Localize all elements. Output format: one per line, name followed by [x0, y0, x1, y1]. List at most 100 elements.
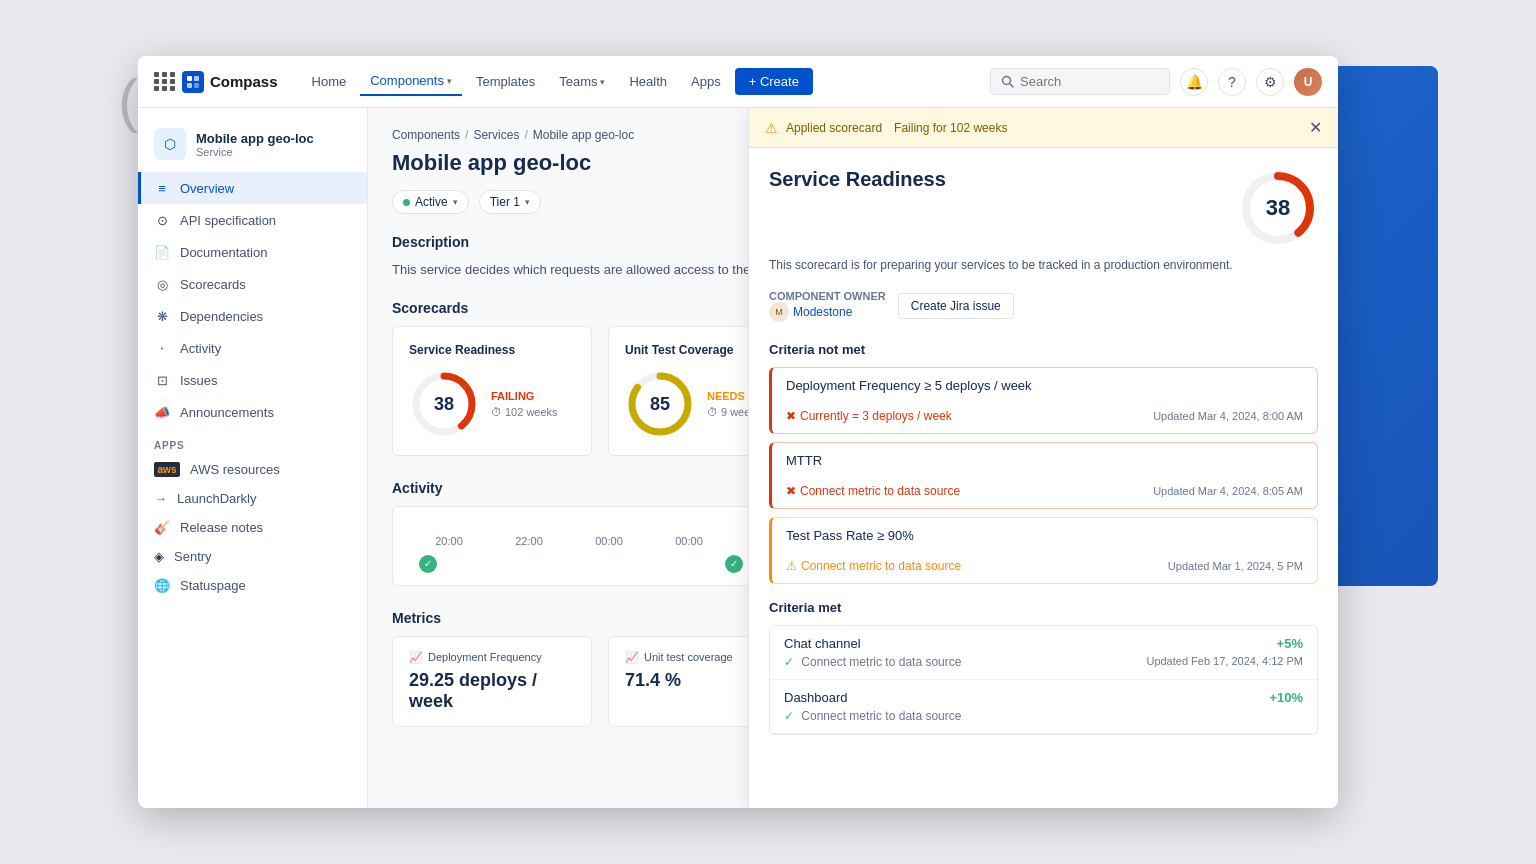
panel-header-row: Service Readiness 38: [769, 168, 1318, 248]
sidebar-item-documentation[interactable]: 📄 Documentation: [138, 236, 367, 268]
nav-templates[interactable]: Templates: [466, 68, 545, 95]
overview-icon: ≡: [154, 180, 170, 196]
criteria-met-title-1: Dashboard: [784, 690, 848, 705]
panel-score-circle: 38: [1238, 168, 1318, 248]
tick-1: 22:00: [489, 535, 569, 547]
panel-banner-detail: Failing for 102 weeks: [894, 121, 1007, 135]
sidebar-item-activity[interactable]: ⬝ Activity: [138, 332, 367, 364]
help-icon[interactable]: ?: [1218, 68, 1246, 96]
criteria-met-section: Criteria met Chat channel +5%: [769, 600, 1318, 735]
score-circle-1: 85: [625, 369, 695, 439]
settings-icon[interactable]: ⚙: [1256, 68, 1284, 96]
scorecards-icon: ◎: [154, 276, 170, 292]
create-jira-button[interactable]: Create Jira issue: [898, 293, 1014, 319]
activity-icon: ⬝: [154, 340, 170, 356]
sidebar-item-release-notes[interactable]: 🎸 Release notes: [138, 513, 367, 542]
sidebar-item-overview[interactable]: ≡ Overview: [138, 172, 367, 204]
fail-icon-0: ✖: [786, 409, 796, 423]
fail-icon-1: ✖: [786, 484, 796, 498]
panel-banner-text: Applied scorecard: [786, 121, 882, 135]
activity-dot-0: ✓: [419, 555, 437, 573]
metric-chart-icon-0: 📈: [409, 651, 423, 664]
grid-menu-icon[interactable]: [154, 72, 174, 92]
tick-3: 00:00: [649, 535, 729, 547]
search-input[interactable]: [1020, 74, 1140, 89]
components-chevron-icon: ▾: [447, 76, 452, 86]
criteria-status-2: ⚠ Connect metric to data source: [786, 559, 961, 573]
criteria-met-item-1[interactable]: Dashboard +10% ✓ Connect metric to data …: [770, 680, 1317, 734]
tick-0: 20:00: [409, 535, 489, 547]
criteria-met-title-0: Chat channel: [784, 636, 861, 651]
panel-title: Service Readiness: [769, 168, 946, 191]
panel-close-button[interactable]: ✕: [1309, 118, 1322, 137]
panel-description: This scorecard is for preparing your ser…: [769, 256, 1318, 274]
svg-rect-0: [187, 76, 192, 81]
sidebar-item-scorecards[interactable]: ◎ Scorecards: [138, 268, 367, 300]
tier-label: Tier 1: [490, 195, 520, 209]
nav-right: 🔔 ? ⚙ U: [990, 68, 1322, 96]
scorecard-card-0[interactable]: Service Readiness 38: [392, 326, 592, 456]
criteria-item-1[interactable]: MTTR ✖ Connect metric to data source Upd…: [769, 442, 1318, 509]
criteria-item-2[interactable]: Test Pass Rate ≥ 90% ⚠ Connect metric to…: [769, 517, 1318, 584]
sidebar-item-dependencies[interactable]: ❋ Dependencies: [138, 300, 367, 332]
criteria-title-2: Test Pass Rate ≥ 90%: [786, 528, 914, 543]
criteria-timestamp-0: Updated Mar 4, 2024, 8:00 AM: [1153, 410, 1303, 422]
nav-links: Home Components ▾ Templates Teams ▾ Heal…: [302, 67, 982, 96]
sidebar-item-announcements[interactable]: 📣 Announcements: [138, 396, 367, 428]
sidebar-header: ⬡ Mobile app geo-loc Service: [138, 124, 367, 172]
criteria-title-1: MTTR: [786, 453, 822, 468]
sidebar-item-launchdarkly[interactable]: → LaunchDarkly: [138, 484, 367, 513]
score-weeks-0: ⏱ 102 weeks: [491, 406, 558, 418]
search-icon: [1001, 75, 1014, 88]
owner-avatar: M: [769, 302, 789, 322]
score-circle-0: 38: [409, 369, 479, 439]
breadcrumb-components[interactable]: Components: [392, 128, 460, 142]
sidebar-item-statuspage[interactable]: 🌐 Statuspage: [138, 571, 367, 600]
scorecard-title-0: Service Readiness: [409, 343, 575, 357]
check-icon-0: ✓: [784, 655, 794, 669]
owner-label: Component owner: [769, 290, 886, 302]
criteria-met-plus-0: +5%: [1277, 636, 1303, 651]
tier-badge[interactable]: Tier 1 ▾: [479, 190, 541, 214]
nav-apps[interactable]: Apps: [681, 68, 731, 95]
launchdarkly-icon: →: [154, 491, 167, 506]
logo[interactable]: Compass: [182, 71, 278, 93]
nav-components[interactable]: Components ▾: [360, 67, 462, 96]
owner-link[interactable]: M Modestone: [769, 302, 886, 322]
logo-icon: [182, 71, 204, 93]
app-window: Compass Home Components ▾ Templates Team…: [138, 56, 1338, 808]
content-area: Components / Services / Mobile app geo-l…: [368, 108, 1338, 808]
criteria-item-0[interactable]: Deployment Frequency ≥ 5 deploys / week …: [769, 367, 1318, 434]
top-nav: Compass Home Components ▾ Templates Team…: [138, 56, 1338, 108]
user-avatar[interactable]: U: [1294, 68, 1322, 96]
sidebar-item-issues[interactable]: ⊡ Issues: [138, 364, 367, 396]
score-status-0: FAILING: [491, 390, 558, 402]
metric-card-0[interactable]: 📈 Deployment Frequency 29.25 deploys / w…: [392, 636, 592, 727]
panel-score-num: 38: [1266, 195, 1290, 221]
component-icon: ⬡: [154, 128, 186, 160]
statuspage-icon: 🌐: [154, 578, 170, 593]
nav-teams[interactable]: Teams ▾: [549, 68, 615, 95]
sentry-icon: ◈: [154, 549, 164, 564]
nav-health[interactable]: Health: [619, 68, 677, 95]
score-number-0: 38: [434, 393, 454, 414]
criteria-not-met-title: Criteria not met: [769, 342, 1318, 357]
nav-home[interactable]: Home: [302, 68, 357, 95]
notifications-icon[interactable]: 🔔: [1180, 68, 1208, 96]
svg-rect-3: [194, 83, 199, 88]
status-badge[interactable]: Active ▾: [392, 190, 469, 214]
tick-2: 00:00: [569, 535, 649, 547]
breadcrumb-services[interactable]: Services: [473, 128, 519, 142]
logo-text: Compass: [210, 73, 278, 90]
search-box[interactable]: [990, 68, 1170, 95]
create-button[interactable]: + Create: [735, 68, 813, 95]
criteria-met-item-0[interactable]: Chat channel +5% ✓ Connect metric to dat…: [770, 626, 1317, 680]
svg-rect-1: [194, 76, 199, 81]
criteria-timestamp-2: Updated Mar 1, 2024, 5 PM: [1168, 560, 1303, 572]
panel-warn-icon: ⚠: [765, 120, 778, 136]
component-type: Service: [196, 146, 314, 158]
sidebar-item-api-spec[interactable]: ⊙ API specification: [138, 204, 367, 236]
sidebar: ⬡ Mobile app geo-loc Service ≡ Overview …: [138, 108, 368, 808]
sidebar-item-aws[interactable]: aws AWS resources: [138, 455, 367, 484]
sidebar-item-sentry[interactable]: ◈ Sentry: [138, 542, 367, 571]
